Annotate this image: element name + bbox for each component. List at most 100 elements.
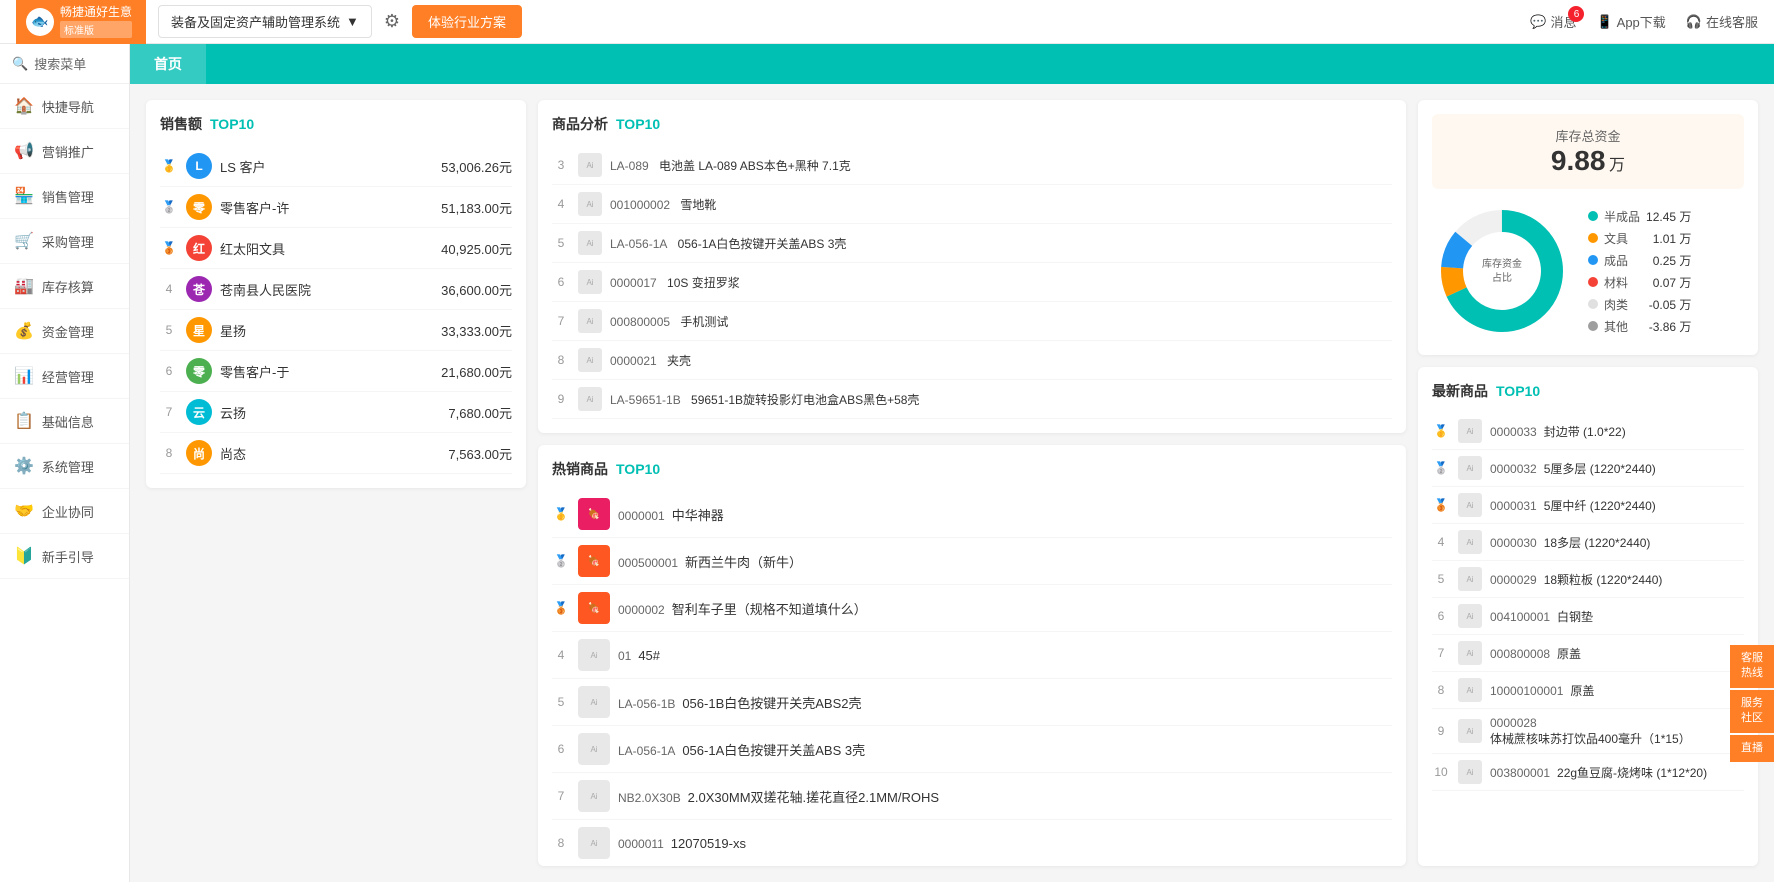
trial-button[interactable]: 体验行业方案 [412, 5, 522, 38]
sidebar-item-purchase[interactable]: 🛒 采购管理 [0, 219, 129, 264]
product-info: 0000011 12070519-xs [618, 836, 1392, 851]
hot-product-row: 5 Ai LA-056-1B 056-1B白色按键开关壳ABS2壳 [552, 679, 1392, 726]
settings-icon[interactable]: ⚙ [384, 11, 400, 32]
new-product-thumbnail: Ai [1458, 678, 1482, 702]
rank-badge-gold: 🥇 [552, 507, 570, 521]
new-product-row: 9 Ai 0000028 体械蔗核味苏打饮品400毫升（1*15） [1432, 709, 1744, 754]
rank-number: 6 [1432, 609, 1450, 623]
new-product-code: 004100001 [1490, 610, 1553, 624]
hot-products-list: 🥇 🍖 0000001 中华神器 🥈 🍖 000500001 新西兰牛肉（新牛）… [552, 491, 1392, 866]
rank-number: 7 [1432, 646, 1450, 660]
product-img: Ai [578, 231, 602, 255]
sidebar-label-inventory: 库存核算 [42, 277, 94, 296]
sidebar-item-system[interactable]: ⚙️ 系统管理 [0, 444, 129, 489]
inventory-unit: 万 [1609, 157, 1625, 174]
new-product-thumbnail: Ai [1458, 419, 1482, 443]
inventory-total: 9.88 万 [1448, 145, 1728, 177]
system-selector[interactable]: 装备及固定资产辅助管理系统 ▼ [158, 5, 372, 38]
system-name: 装备及固定资产辅助管理系统 [171, 12, 340, 31]
product-name: 12070519-xs [671, 836, 746, 851]
product-name: 新西兰牛肉（新牛） [685, 555, 802, 570]
float-community[interactable]: 服务社区 [1730, 690, 1774, 733]
sales-icon: 🏪 [14, 186, 34, 206]
sidebar-label-guide: 新手引导 [42, 547, 94, 566]
rank-number: 10 [1432, 765, 1450, 779]
product-info: 001000002 雪地靴 [610, 196, 1392, 213]
float-customer-service[interactable]: 客服热线 [1730, 645, 1774, 688]
product-info: LA-056-1A 056-1A白色按键开关盖ABS 3壳 [618, 740, 1392, 759]
sidebar-item-inventory[interactable]: 🏭 库存核算 [0, 264, 129, 309]
customer-amount: 21,680.00元 [441, 362, 512, 381]
guide-icon: 🔰 [14, 546, 34, 566]
nav-tabs: 首页 [130, 44, 1774, 84]
legend-category-name: 成品 [1604, 252, 1647, 269]
legend-category-value: 1.01 万 [1653, 230, 1692, 247]
sidebar-item-marketing[interactable]: 📢 营销推广 [0, 129, 129, 174]
donut-chart: 库存资金 占比 [1432, 201, 1572, 341]
legend-category-name: 材料 [1604, 274, 1647, 291]
sidebar-item-quick-nav[interactable]: 🏠 快捷导航 [0, 84, 129, 129]
left-column: 销售额 TOP10 🥇 L LS 客户 53,006.26元 🥈 零 零售客户-… [146, 100, 526, 866]
new-product-thumbnail: Ai [1458, 760, 1482, 784]
product-info: LA-056-1A 056-1A白色按键开关盖ABS 3壳 [610, 235, 1392, 252]
sidebar-search[interactable]: 🔍 搜索菜单 [0, 44, 129, 84]
product-name: 中华神器 [672, 508, 724, 523]
header-right: 💬 消息 6 📱 App下载 🎧 在线客服 [1530, 12, 1758, 31]
new-product-row: 🥉 Ai 0000031 5厘中纤 (1220*2440) [1432, 487, 1744, 524]
customer-name: LS 客户 [220, 157, 433, 176]
operation-icon: 📊 [14, 366, 34, 386]
product-info: LA-056-1B 056-1B白色按键开关壳ABS2壳 [618, 693, 1392, 712]
product-img: Ai [578, 387, 602, 411]
tab-home[interactable]: 首页 [130, 44, 206, 84]
customer-row: 5 星 星扬 33,333.00元 [160, 310, 512, 351]
online-service-item[interactable]: 🎧 在线客服 [1686, 12, 1758, 31]
product-code: LA-056-1A [618, 744, 679, 758]
dashboard: 销售额 TOP10 🥇 L LS 客户 53,006.26元 🥈 零 零售客户-… [130, 84, 1774, 882]
sidebar-item-guide[interactable]: 🔰 新手引导 [0, 534, 129, 579]
home-icon: 🏠 [14, 96, 34, 116]
inventory-label: 库存总资金 [1555, 129, 1620, 144]
new-product-thumbnail: Ai [1458, 456, 1482, 480]
sidebar-item-finance[interactable]: 💰 资金管理 [0, 309, 129, 354]
sidebar-item-operation[interactable]: 📊 经营管理 [0, 354, 129, 399]
product-name: 2.0X30MM双搓花轴.搓花直径2.1MM/ROHS [688, 790, 939, 805]
avatar: 云 [186, 399, 212, 425]
search-label: 搜索菜单 [34, 54, 86, 73]
new-product-code: 0000028 [1490, 716, 1540, 730]
mid-product-row: 6 Ai 0000017 10S 变扭罗浆 [552, 263, 1392, 302]
logo-icon: 🐟 [26, 8, 54, 36]
tab-home-label: 首页 [154, 56, 182, 72]
rank-badge-gold: 🥇 [1432, 424, 1450, 438]
product-code: 0000021 [610, 354, 663, 368]
avatar: 苍 [186, 276, 212, 302]
svg-text:库存资金: 库存资金 [1482, 257, 1522, 270]
legend-item: 肉类 -0.05 万 [1588, 296, 1691, 313]
product-img: Ai [578, 309, 602, 333]
mid-product-row: 4 Ai 001000002 雪地靴 [552, 185, 1392, 224]
product-thumbnail: 🍖 [578, 498, 610, 530]
avatar: 红 [186, 235, 212, 261]
message-badge: 6 [1568, 6, 1584, 22]
product-img: Ai [578, 153, 602, 177]
rank-badge-bronze: 🥉 [1432, 498, 1450, 512]
rank-number: 6 [160, 364, 178, 378]
sidebar-label-system: 系统管理 [42, 457, 94, 476]
product-name: 45# [638, 648, 660, 663]
mid-product-row: 7 Ai 000800005 手机测试 [552, 302, 1392, 341]
top-customers-title: 销售额 TOP10 [160, 114, 512, 134]
rank-badge-silver: 🥈 [1432, 461, 1450, 475]
app-download-item[interactable]: 📱 App下载 [1596, 12, 1665, 31]
new-product-name: 18多层 (1220*2440) [1544, 536, 1651, 550]
customer-row: 7 云 云扬 7,680.00元 [160, 392, 512, 433]
float-live[interactable]: 直播 [1730, 735, 1774, 762]
content-area: 首页 销售额 TOP10 🥇 L LS 客户 53,006.26元 🥈 零 零售… [130, 44, 1774, 882]
customer-row: 🥇 L LS 客户 53,006.26元 [160, 146, 512, 187]
sidebar-item-cooperation[interactable]: 🤝 企业协同 [0, 489, 129, 534]
sidebar-label-purchase: 采购管理 [42, 232, 94, 251]
sidebar-item-sales[interactable]: 🏪 销售管理 [0, 174, 129, 219]
sidebar-item-basic[interactable]: 📋 基础信息 [0, 399, 129, 444]
message-item[interactable]: 💬 消息 6 [1530, 12, 1576, 31]
legend-dot [1588, 211, 1598, 221]
new-product-row: 8 Ai 10000100001 原盖 [1432, 672, 1744, 709]
product-code: LA-056-1A [610, 237, 674, 251]
